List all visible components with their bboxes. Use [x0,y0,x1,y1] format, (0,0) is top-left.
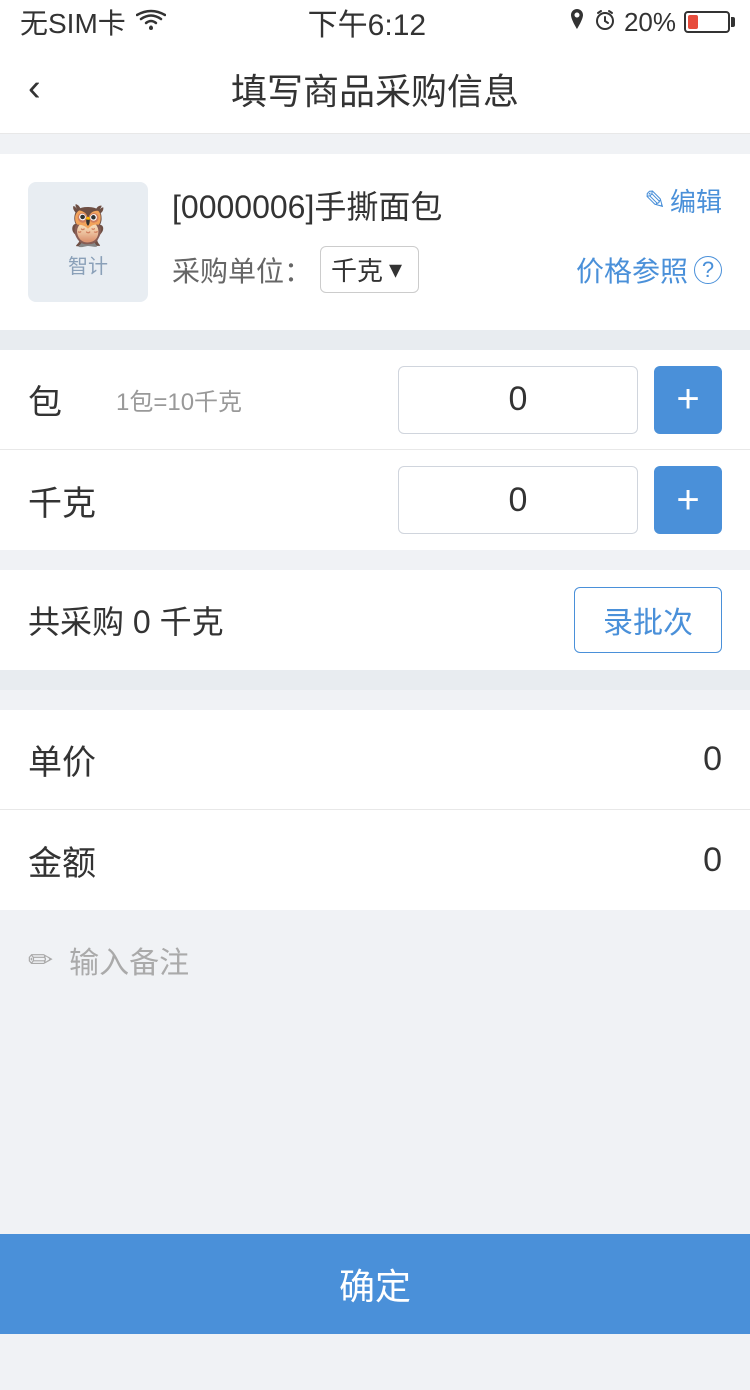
nav-bar: ‹ 填写商品采购信息 [0,44,750,134]
total-section: 共采购 0 千克 录批次 [0,570,750,670]
status-right: 20% [568,7,730,38]
status-time: 下午6:12 [308,0,426,44]
notes-section[interactable]: ✏ 输入备注 [0,910,750,1010]
product-card: 🦉 智计 [0000006]手撕面包 ✎ 编辑 采购单位： 千克 ▾ 价格参照 … [0,154,750,330]
bag-label: 包 [28,375,108,424]
bag-plus-button[interactable]: + [654,366,722,434]
alarm-icon [594,7,616,38]
kg-input-field[interactable]: 0 [398,466,638,534]
battery-percentage: 20% [624,7,676,38]
product-name-row: [0000006]手撕面包 ✎ 编辑 [172,182,722,228]
kg-label: 千克 [28,476,108,525]
dropdown-arrow-icon: ▾ [389,254,402,285]
price-ref-button[interactable]: 价格参照 ? [576,250,722,290]
total-label: 共采购 0 千克 [28,597,574,643]
product-image: 🦉 智计 [28,182,148,302]
unit-price-row: 单价 0 [0,710,750,810]
bag-input-field[interactable]: 0 [398,366,638,434]
product-info: [0000006]手撕面包 ✎ 编辑 采购单位： 千克 ▾ 价格参照 ? [172,182,722,293]
unit-label: 采购单位： [172,250,312,290]
unit-price-value: 0 [703,740,722,779]
info-section: 单价 0 金额 0 [0,710,750,910]
confirm-button-label: 确定 [339,1258,411,1310]
input-section: 包 1包=10千克 0 + 千克 0 + [0,350,750,550]
unit-select-wrap: 采购单位： 千克 ▾ [172,246,419,293]
edit-link[interactable]: ✎ 编辑 [644,182,722,219]
unit-price-label: 单价 [28,735,703,784]
help-icon: ? [694,256,722,284]
amount-value: 0 [703,841,722,880]
status-left: 无SIM卡 [20,2,166,42]
owl-icon: 🦉 [63,206,113,246]
back-button[interactable]: ‹ [28,67,41,110]
unit-row: 采购单位： 千克 ▾ 价格参照 ? [172,246,722,293]
pencil-icon: ✏ [28,943,53,978]
page-title: 填写商品采购信息 [231,63,519,115]
unit-select[interactable]: 千克 ▾ [320,246,419,293]
batch-button[interactable]: 录批次 [574,587,722,653]
brand-label: 智计 [68,250,108,279]
confirm-button[interactable]: 确定 [0,1234,750,1334]
amount-row: 金额 0 [0,810,750,910]
section-divider-2 [0,670,750,690]
edit-icon: ✎ [644,185,666,216]
bag-input-row: 包 1包=10千克 0 + [0,350,750,450]
kg-input-row: 千克 0 + [0,450,750,550]
section-divider-1 [0,330,750,350]
notes-placeholder: 输入备注 [69,938,189,982]
product-full-name: [0000006]手撕面包 [172,182,644,228]
bag-sub-label: 1包=10千克 [116,382,242,417]
wifi-icon [136,6,166,38]
status-bar: 无SIM卡 下午6:12 20% [0,0,750,44]
amount-label: 金额 [28,836,703,885]
total-row: 共采购 0 千克 录批次 [0,570,750,670]
battery-icon [684,11,730,33]
kg-plus-button[interactable]: + [654,466,722,534]
carrier-text: 无SIM卡 [20,2,126,42]
location-icon [568,7,586,38]
